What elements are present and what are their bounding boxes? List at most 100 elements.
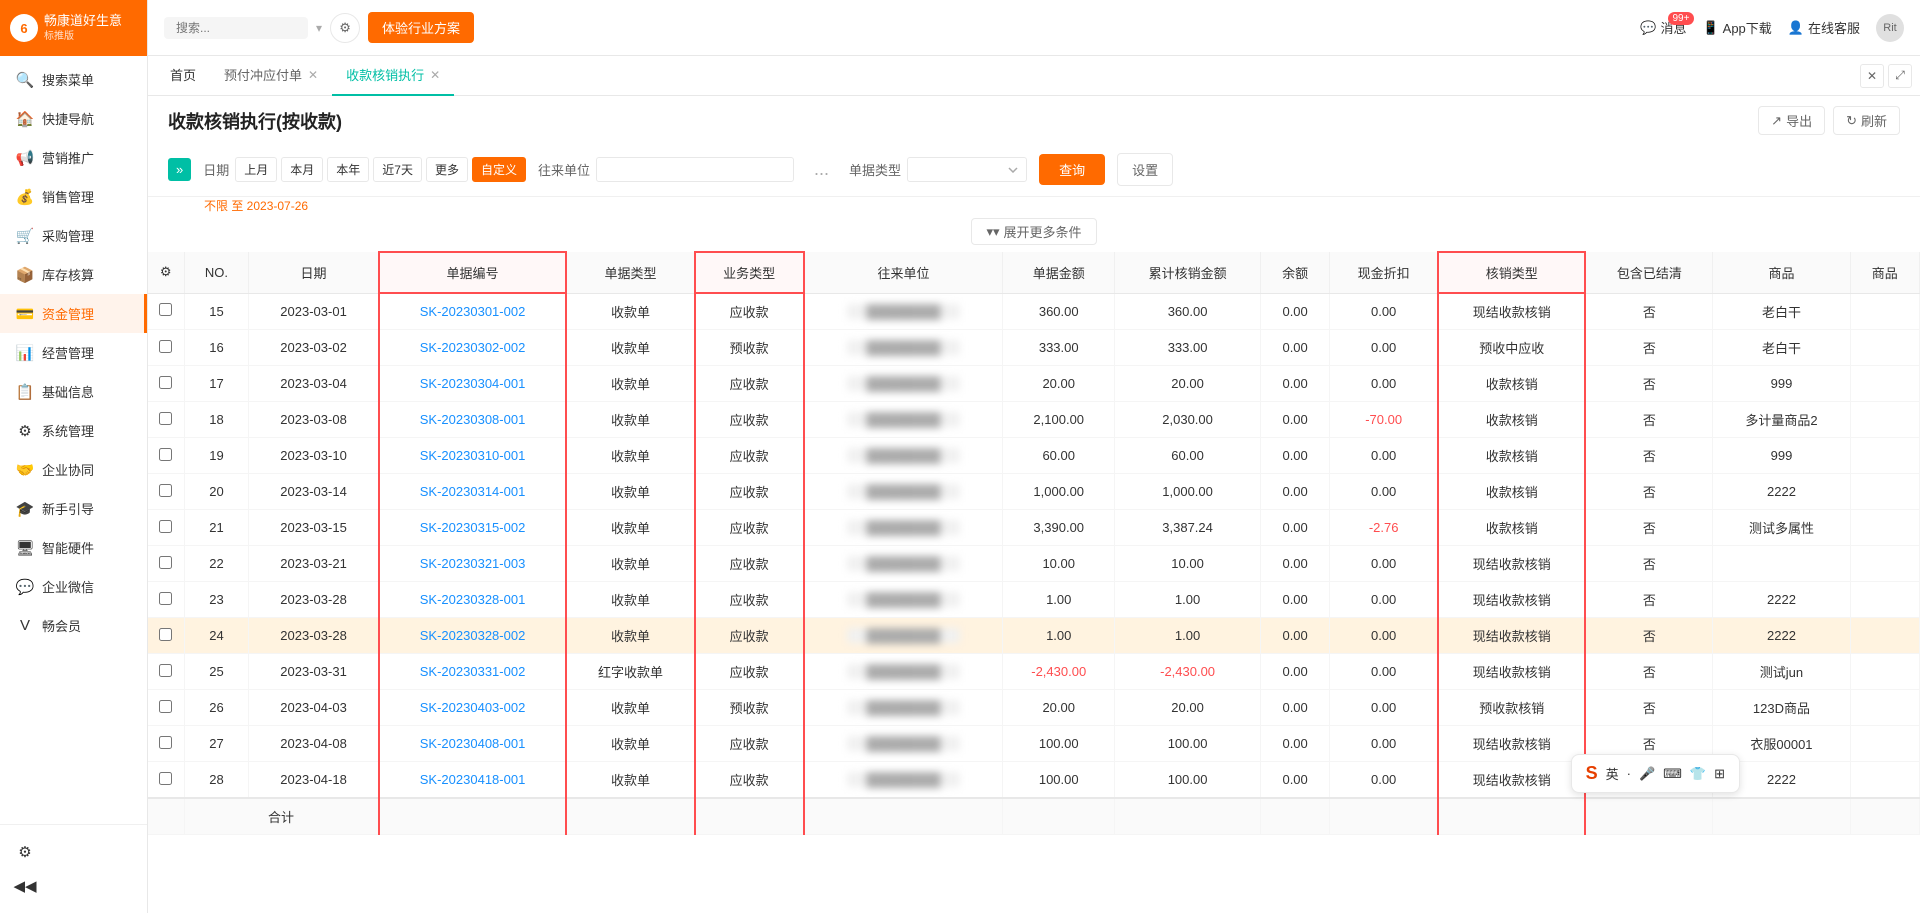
sidebar-item-enterprise[interactable]: 🤝企业协同 (0, 450, 147, 489)
sidebar-item-system[interactable]: ⚙系统管理 (0, 411, 147, 450)
table-area[interactable]: ⚙ NO. 日期 单据编号 单据类型 业务类型 往来单位 单据金额 累计核销金额… (148, 251, 1920, 913)
bill-no-link[interactable]: SK-20230328-001 (420, 592, 526, 607)
tab-payable[interactable]: 预付冲应付单 ✕ (210, 56, 332, 96)
bill-no-link[interactable]: SK-20230308-001 (420, 412, 526, 427)
total-goods2 (1850, 798, 1919, 835)
cell-bill-no: SK-20230301-002 (379, 293, 567, 330)
sidebar-item-vip[interactable]: V畅会员 (0, 606, 147, 645)
cell-checkbox[interactable] (148, 726, 184, 762)
filter-more[interactable]: 更多 (426, 157, 468, 182)
industry-solution-button[interactable]: 体验行业方案 (368, 12, 474, 43)
expand-more-button[interactable]: ▾▾ 展开更多条件 (971, 218, 1096, 245)
cell-checkbox[interactable] (148, 438, 184, 474)
sidebar-item-inventory[interactable]: 📦库存核算 (0, 255, 147, 294)
tab-close-all-button[interactable]: ✕ (1860, 64, 1884, 88)
tab-payable-close[interactable]: ✕ (308, 68, 318, 82)
cell-cash-discount: 0.00 (1330, 474, 1438, 510)
sidebar-bottom-collapse[interactable]: ◀◀ (0, 869, 147, 903)
bill-no-link[interactable]: SK-20230418-001 (420, 772, 526, 787)
cell-balance: 0.00 (1261, 726, 1330, 762)
filter-receipt-type-select[interactable] (907, 157, 1027, 182)
cell-cash-discount: 0.00 (1330, 726, 1438, 762)
sidebar-bottom-settings[interactable]: ⚙ (0, 835, 147, 869)
col-header-bill-no: 单据编号 (379, 252, 567, 293)
tab-home[interactable]: 首页 (156, 56, 210, 96)
sidebar-item-finance[interactable]: 💳资金管理 (0, 294, 147, 333)
sidebar-item-label-inventory: 库存核算 (42, 265, 94, 284)
enterprise-icon: 🤝 (16, 461, 34, 479)
cell-checkbox[interactable] (148, 654, 184, 690)
cell-balance: 0.00 (1261, 654, 1330, 690)
cell-checkbox[interactable] (148, 690, 184, 726)
filter-last-7days[interactable]: 近7天 (373, 157, 422, 182)
bill-no-link[interactable]: SK-20230328-002 (420, 628, 526, 643)
filter-this-year[interactable]: 本年 (327, 157, 369, 182)
bill-no-link[interactable]: SK-20230301-002 (420, 304, 526, 319)
filter-this-month[interactable]: 本月 (281, 157, 323, 182)
sidebar-item-marketing[interactable]: 📢营销推广 (0, 138, 147, 177)
cell-checkbox[interactable] (148, 474, 184, 510)
search-input[interactable] (176, 21, 296, 35)
float-badge-keyboard-icon[interactable]: ⌨ (1663, 766, 1682, 782)
filter-toggle-button[interactable]: » (168, 158, 191, 181)
sidebar-item-operation[interactable]: 📊经营管理 (0, 333, 147, 372)
table-row: 25 2023-03-31 SK-20230331-002 红字收款单 应收款 … (148, 654, 1920, 690)
setting-button[interactable]: 设置 (1117, 153, 1173, 186)
topbar-breadcrumb[interactable] (164, 17, 308, 39)
cell-checkbox[interactable] (148, 402, 184, 438)
cell-checkbox[interactable] (148, 366, 184, 402)
refresh-button[interactable]: ↻ 刷新 (1833, 106, 1900, 135)
float-badge-shirt-icon[interactable]: 👕 (1690, 766, 1706, 782)
col-header-settings[interactable]: ⚙ (148, 252, 184, 293)
filter-partner-input[interactable] (596, 157, 794, 182)
sidebar-item-label-quick: 快捷导航 (42, 109, 94, 128)
bill-no-link[interactable]: SK-20230304-001 (420, 376, 526, 391)
query-button[interactable]: 查询 (1039, 154, 1105, 185)
bill-no-link[interactable]: SK-20230331-002 (420, 664, 526, 679)
tab-expand-button[interactable]: ⤢ (1888, 64, 1912, 88)
messages-button[interactable]: 💬 消息 99+ (1640, 18, 1686, 37)
cell-checkbox[interactable] (148, 618, 184, 654)
bill-no-link[interactable]: SK-20230302-002 (420, 340, 526, 355)
cell-checkbox[interactable] (148, 330, 184, 366)
sidebar-item-quick[interactable]: 🏠快捷导航 (0, 99, 147, 138)
cell-goods: 2222 (1713, 474, 1850, 510)
cell-write-off-type: 收款核销 (1438, 366, 1585, 402)
bill-no-link[interactable]: SK-20230310-001 (420, 448, 526, 463)
cell-balance: 0.00 (1261, 618, 1330, 654)
sidebar-item-label-vip: 畅会员 (42, 616, 81, 635)
bill-no-link[interactable]: SK-20230315-002 (420, 520, 526, 535)
sidebar-item-wechat[interactable]: 💬企业微信 (0, 567, 147, 606)
app-download-button[interactable]: 📱 App下载 (1702, 18, 1771, 37)
cell-checkbox[interactable] (148, 293, 184, 330)
sidebar-item-search[interactable]: 🔍搜索菜单 (0, 60, 147, 99)
bill-no-link[interactable]: SK-20230403-002 (420, 700, 526, 715)
bill-no-link[interactable]: SK-20230408-001 (420, 736, 526, 751)
sidebar-item-sales[interactable]: 💰销售管理 (0, 177, 147, 216)
avatar[interactable]: Rit (1876, 14, 1904, 42)
cell-partner: ████████ (804, 654, 1003, 690)
topbar-gear-button[interactable]: ⚙ (330, 13, 360, 43)
tab-collection-close[interactable]: ✕ (430, 68, 440, 82)
total-cash-discount (1330, 798, 1438, 835)
float-badge-mic-icon[interactable]: 🎤 (1639, 766, 1655, 782)
filter-last-month[interactable]: 上月 (235, 157, 277, 182)
cell-checkbox[interactable] (148, 762, 184, 799)
total-include-settled (1585, 798, 1712, 835)
filter-custom[interactable]: 自定义 (472, 157, 526, 182)
sidebar-item-hardware[interactable]: 🖥智能硬件 (0, 528, 147, 567)
online-service-button[interactable]: 👤 在线客服 (1788, 18, 1860, 37)
bill-no-link[interactable]: SK-20230314-001 (420, 484, 526, 499)
sidebar-item-label-purchase: 采购管理 (42, 226, 94, 245)
messages-badge: 99+ (1668, 12, 1695, 25)
float-badge-grid-icon[interactable]: ⊞ (1714, 766, 1725, 782)
cell-checkbox[interactable] (148, 582, 184, 618)
sidebar-item-basic[interactable]: 📋基础信息 (0, 372, 147, 411)
cell-checkbox[interactable] (148, 546, 184, 582)
sidebar-item-purchase[interactable]: 🛒采购管理 (0, 216, 147, 255)
tab-collection[interactable]: 收款核销执行 ✕ (332, 56, 454, 96)
cell-checkbox[interactable] (148, 510, 184, 546)
export-button[interactable]: ↗ 导出 (1758, 106, 1825, 135)
sidebar-item-guide[interactable]: 🎓新手引导 (0, 489, 147, 528)
bill-no-link[interactable]: SK-20230321-003 (420, 556, 526, 571)
